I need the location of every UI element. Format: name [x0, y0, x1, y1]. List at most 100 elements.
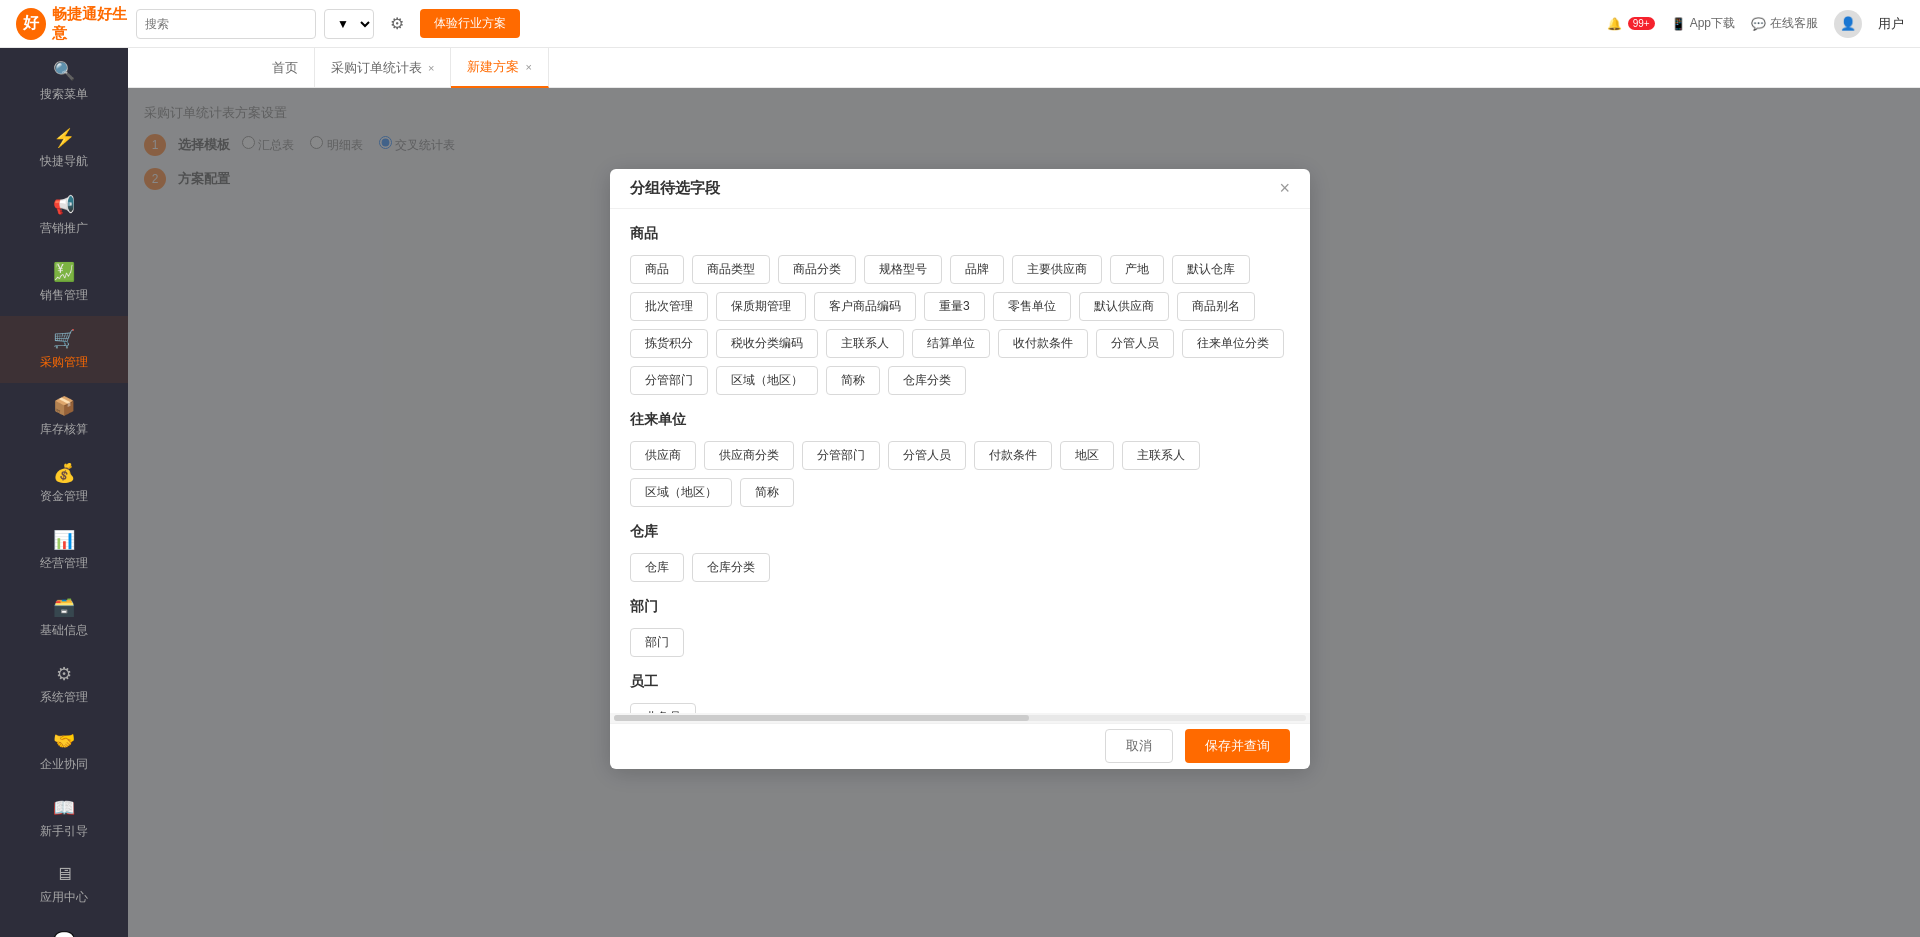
topbar: 好 畅捷通好生意 ▼ ⚙ 体验行业方案 🔔 99+ 📱 App下载 💬 在线客服… — [0, 0, 1920, 48]
save-query-button[interactable]: 保存并查询 — [1185, 729, 1290, 763]
sidebar: 🔍 搜索菜单 ⚡ 快捷导航 📢 营销推广 💹 销售管理 🛒 采购管理 📦 库存核… — [0, 48, 128, 937]
field-tag-0-15[interactable]: 拣货积分 — [630, 329, 708, 358]
modal-title: 分组待选字段 — [630, 179, 720, 198]
section-tags-2: 仓库仓库分类 — [630, 553, 1290, 582]
sidebar-item-inventory[interactable]: 📦 库存核算 — [0, 383, 128, 450]
section-tags-4: 业务员 — [630, 703, 1290, 713]
search-icon: 🔍 — [53, 60, 75, 82]
topbar-right: 🔔 99+ 📱 App下载 💬 在线客服 👤 用户 — [1607, 10, 1904, 38]
section-title-4: 员工 — [630, 673, 1290, 691]
sidebar-item-sales[interactable]: 💹 销售管理 — [0, 249, 128, 316]
online-service-item[interactable]: 💬 在线客服 — [1751, 15, 1818, 32]
tab-purchase-stats-close[interactable]: × — [428, 62, 434, 74]
service-icon: 💬 — [1751, 17, 1766, 31]
sidebar-item-search[interactable]: 🔍 搜索菜单 — [0, 48, 128, 115]
sidebar-item-collab[interactable]: 🤝 企业协同 — [0, 718, 128, 785]
field-tag-1-1[interactable]: 供应商分类 — [704, 441, 794, 470]
inventory-icon: 📦 — [53, 395, 75, 417]
tab-home[interactable]: 首页 — [256, 48, 315, 88]
field-tag-0-14[interactable]: 商品别名 — [1177, 292, 1255, 321]
cancel-button[interactable]: 取消 — [1105, 729, 1173, 763]
tab-new-scheme-label: 新建方案 — [467, 58, 519, 76]
field-tag-4-0[interactable]: 业务员 — [630, 703, 696, 713]
scrollbar-thumb[interactable] — [614, 715, 1029, 721]
field-tag-0-16[interactable]: 税收分类编码 — [716, 329, 818, 358]
sidebar-item-quicknav[interactable]: ⚡ 快捷导航 — [0, 115, 128, 182]
field-tag-0-18[interactable]: 结算单位 — [912, 329, 990, 358]
tab-new-scheme-close[interactable]: × — [525, 61, 531, 73]
field-tag-1-3[interactable]: 分管人员 — [888, 441, 966, 470]
tab-new-scheme[interactable]: 新建方案 × — [451, 48, 548, 88]
field-tag-0-19[interactable]: 收付款条件 — [998, 329, 1088, 358]
field-tag-1-6[interactable]: 主联系人 — [1122, 441, 1200, 470]
sales-icon: 💹 — [53, 261, 75, 283]
system-icon: ⚙ — [56, 663, 72, 685]
search-input[interactable] — [136, 9, 316, 39]
modal-footer: 取消 保存并查询 — [610, 723, 1310, 768]
field-tag-0-3[interactable]: 规格型号 — [864, 255, 942, 284]
field-tag-0-2[interactable]: 商品分类 — [778, 255, 856, 284]
sidebar-item-management[interactable]: 📊 经营管理 — [0, 517, 128, 584]
field-tag-2-0[interactable]: 仓库 — [630, 553, 684, 582]
tab-purchase-stats[interactable]: 采购订单统计表 × — [315, 48, 451, 88]
field-tag-0-9[interactable]: 保质期管理 — [716, 292, 806, 321]
sidebar-item-label: 营销推广 — [40, 220, 88, 237]
wechat-icon: 💬 — [53, 930, 75, 937]
field-tag-3-0[interactable]: 部门 — [630, 628, 684, 657]
tabbar: 首页 采购订单统计表 × 新建方案 × — [128, 48, 1920, 88]
field-tag-0-24[interactable]: 简称 — [826, 366, 880, 395]
field-tag-0-13[interactable]: 默认供应商 — [1079, 292, 1169, 321]
field-tag-0-0[interactable]: 商品 — [630, 255, 684, 284]
sidebar-item-wechat[interactable]: 💬 企业微信 — [0, 918, 128, 937]
sidebar-item-purchase[interactable]: 🛒 采购管理 — [0, 316, 128, 383]
field-tag-1-7[interactable]: 区域（地区） — [630, 478, 732, 507]
field-tag-0-1[interactable]: 商品类型 — [692, 255, 770, 284]
field-tag-0-5[interactable]: 主要供应商 — [1012, 255, 1102, 284]
sidebar-item-label: 基础信息 — [40, 622, 88, 639]
field-tag-0-4[interactable]: 品牌 — [950, 255, 1004, 284]
field-tag-0-6[interactable]: 产地 — [1110, 255, 1164, 284]
bell-icon: 🔔 — [1607, 17, 1622, 31]
field-tag-0-25[interactable]: 仓库分类 — [888, 366, 966, 395]
field-tag-0-21[interactable]: 往来单位分类 — [1182, 329, 1284, 358]
field-tag-1-2[interactable]: 分管部门 — [802, 441, 880, 470]
field-tag-1-0[interactable]: 供应商 — [630, 441, 696, 470]
field-tag-0-17[interactable]: 主联系人 — [826, 329, 904, 358]
field-tag-2-1[interactable]: 仓库分类 — [692, 553, 770, 582]
purchase-icon: 🛒 — [53, 328, 75, 350]
modal-close-icon[interactable]: × — [1279, 178, 1290, 199]
field-tag-0-23[interactable]: 区域（地区） — [716, 366, 818, 395]
field-tag-1-5[interactable]: 地区 — [1060, 441, 1114, 470]
field-tag-0-7[interactable]: 默认仓库 — [1172, 255, 1250, 284]
field-tag-0-12[interactable]: 零售单位 — [993, 292, 1071, 321]
sidebar-item-system[interactable]: ⚙ 系统管理 — [0, 651, 128, 718]
topbar-center: ▼ ⚙ 体验行业方案 — [136, 9, 1607, 39]
sidebar-item-guide[interactable]: 📖 新手引导 — [0, 785, 128, 852]
app-download-item[interactable]: 📱 App下载 — [1671, 15, 1735, 32]
gear-icon[interactable]: ⚙ — [382, 9, 412, 39]
sidebar-item-apps[interactable]: 🖥 应用中心 — [0, 852, 128, 918]
topbar-dropdown[interactable]: ▼ — [324, 9, 374, 39]
field-tag-0-20[interactable]: 分管人员 — [1096, 329, 1174, 358]
sidebar-item-label: 采购管理 — [40, 354, 88, 371]
trial-button[interactable]: 体验行业方案 — [420, 9, 520, 38]
sidebar-item-label: 应用中心 — [40, 889, 88, 906]
sidebar-item-label: 库存核算 — [40, 421, 88, 438]
field-tag-0-11[interactable]: 重量3 — [924, 292, 985, 321]
field-tag-1-4[interactable]: 付款条件 — [974, 441, 1052, 470]
section-title-2: 仓库 — [630, 523, 1290, 541]
field-tag-1-8[interactable]: 简称 — [740, 478, 794, 507]
section-title-1: 往来单位 — [630, 411, 1290, 429]
field-tag-0-8[interactable]: 批次管理 — [630, 292, 708, 321]
avatar[interactable]: 👤 — [1834, 10, 1862, 38]
field-tag-0-22[interactable]: 分管部门 — [630, 366, 708, 395]
notification-item[interactable]: 🔔 99+ — [1607, 17, 1655, 31]
mobile-icon: 📱 — [1671, 17, 1686, 31]
field-tag-0-10[interactable]: 客户商品编码 — [814, 292, 916, 321]
sidebar-item-finance[interactable]: 💰 资金管理 — [0, 450, 128, 517]
notification-badge: 99+ — [1628, 17, 1655, 30]
sidebar-item-marketing[interactable]: 📢 营销推广 — [0, 182, 128, 249]
sidebar-item-basic[interactable]: 🗃️ 基础信息 — [0, 584, 128, 651]
logo-icon: 好 — [16, 8, 46, 40]
sidebar-item-label: 企业协同 — [40, 756, 88, 773]
